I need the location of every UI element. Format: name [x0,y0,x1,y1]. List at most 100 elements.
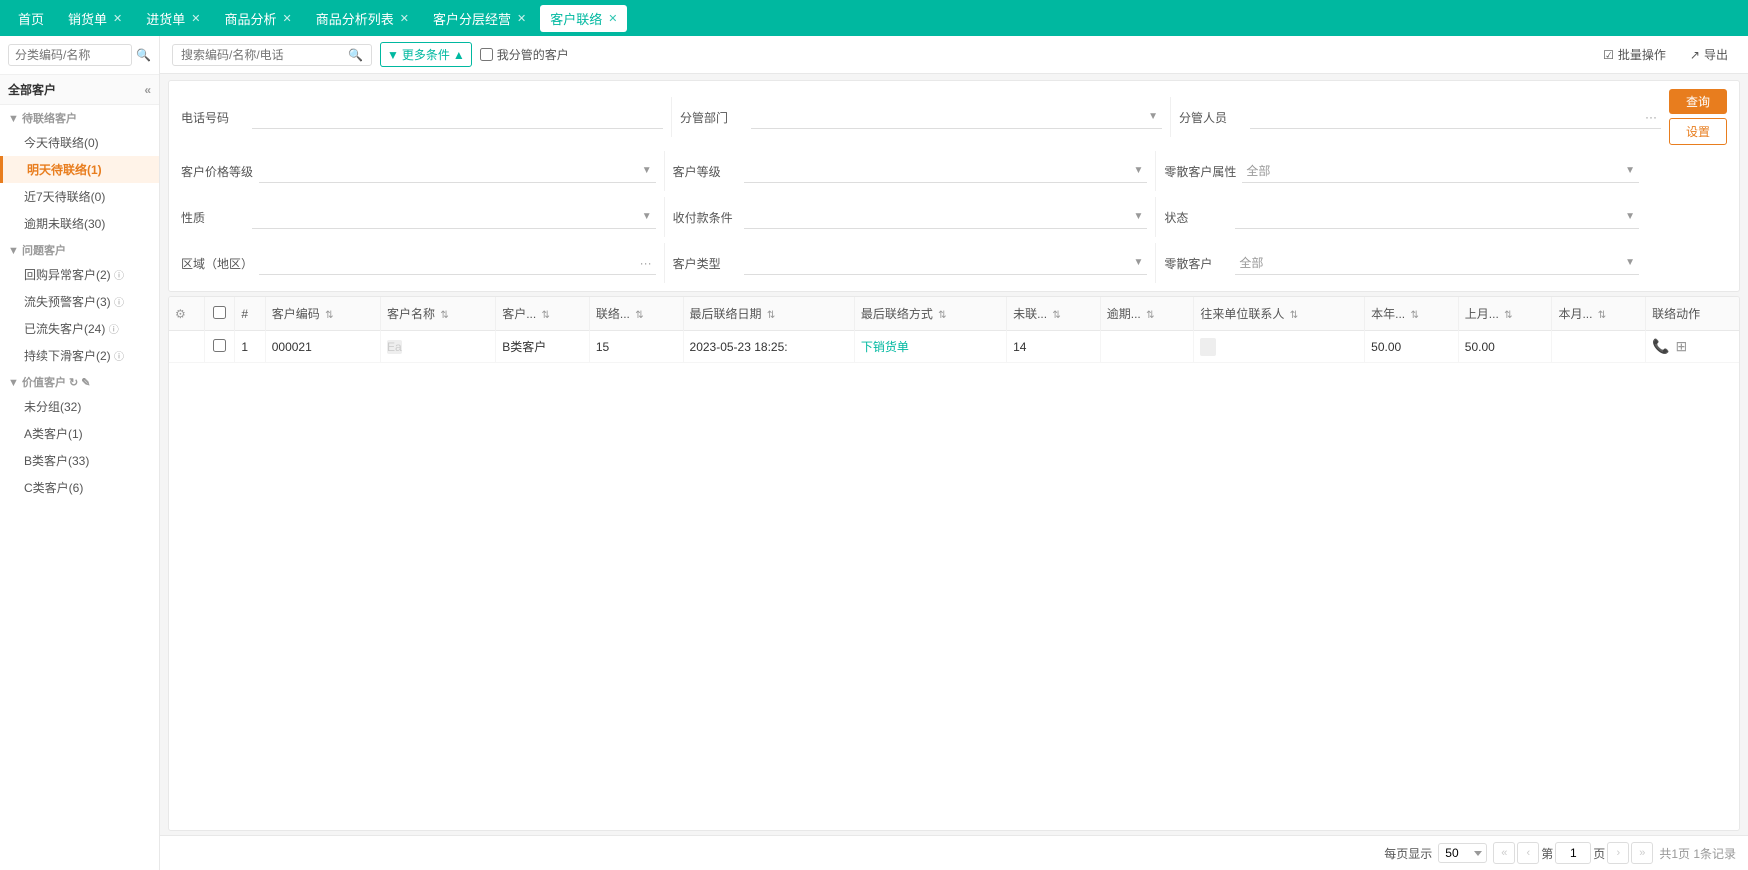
collapse-sidebar-icon[interactable]: « [144,83,151,97]
filter-payment-select[interactable]: ▼ [744,205,1148,229]
grid-icon[interactable]: ⊞ [1676,338,1688,355]
filter-person-select[interactable]: ··· [1250,105,1661,129]
table-row: 1 000021 Ea B类客户 15 2023-05-23 18:25: 下销… [169,331,1739,363]
col-this-year-header[interactable]: 本年... ⇅ [1365,297,1459,331]
close-customer-contact-icon[interactable]: ✕ [608,12,617,25]
first-page-btn[interactable]: « [1493,842,1515,864]
row-contacts: 15 [589,331,683,363]
close-product-analysis-list-icon[interactable]: ✕ [400,12,409,25]
col-overdue-header[interactable]: 逾期... ⇅ [1100,297,1194,331]
filter-person: 分管人员 ··· [1179,105,1661,129]
filter-retail-attr-select[interactable]: 全部 ▼ [1242,159,1639,183]
sidebar-item-class-b[interactable]: B类客户(33) [0,447,159,474]
sidebar-item-ungrouped[interactable]: 未分组(32) [0,393,159,420]
sidebar-search-input[interactable] [8,44,132,66]
sidebar-item-today-contact[interactable]: 今天待联络(0) [0,129,159,156]
nav-sales-order[interactable]: 销货单 ✕ [58,5,132,32]
data-table: ⚙ # 客户编码 ⇅ 客户名称 ⇅ 客户... ⇅ 联络... ⇅ 最后联络日期… [169,297,1739,363]
col-settings-header[interactable]: ⚙ [169,297,205,331]
sidebar-item-class-c[interactable]: C类客户(6) [0,474,159,501]
page-input[interactable] [1555,842,1591,864]
sidebar-item-declining[interactable]: 持续下滑客户(2) ⓘ [0,342,159,369]
filter-retail-customer-label: 零散客户 [1164,255,1229,272]
last-page-btn[interactable]: » [1631,842,1653,864]
close-sales-order-icon[interactable]: ✕ [113,12,122,25]
phone-icon[interactable]: 📞 [1652,338,1669,355]
nav-product-analysis[interactable]: 商品分析 ✕ [214,5,301,32]
row-last-contact-way[interactable]: 下销货单 [854,331,1006,363]
row-select-checkbox[interactable] [213,339,226,352]
page-size-select[interactable]: 50 10 20 100 [1438,843,1487,863]
col-last-month-header[interactable]: 上月... ⇅ [1458,297,1552,331]
close-product-analysis-icon[interactable]: ✕ [283,12,292,25]
search-bar: 🔍 ▼ 更多条件 ▲ 我分管的客户 ☑ 批量操作 ↗ 导出 [160,36,1748,74]
row-unit-contact [1194,331,1365,363]
filter-payment-label: 收付款条件 [673,209,738,226]
filter-customer-grade-select[interactable]: ▼ [744,159,1148,183]
sidebar-item-abnormal-repurchase[interactable]: 回购异常客户(2) ⓘ [0,261,159,288]
sidebar-item-tomorrow-contact[interactable]: 明天待联络(1) [0,156,159,183]
table-header-row: ⚙ # 客户编码 ⇅ 客户名称 ⇅ 客户... ⇅ 联络... ⇅ 最后联络日期… [169,297,1739,331]
filter-price-grade: 客户价格等级 ▼ [181,159,656,183]
nav-purchase-order[interactable]: 进货单 ✕ [136,5,210,32]
query-button[interactable]: 查询 [1669,89,1727,114]
close-purchase-order-icon[interactable]: ✕ [191,12,200,25]
sidebar-item-7days-contact[interactable]: 近7天待联络(0) [0,183,159,210]
select-all-checkbox[interactable] [213,306,226,319]
col-uncontacted-header[interactable]: 未联... ⇅ [1007,297,1101,331]
filter-person-label: 分管人员 [1179,109,1244,126]
row-action: 📞 ⊞ [1646,331,1739,363]
search-icon[interactable]: 🔍 [348,48,363,62]
row-checkbox [205,331,235,363]
col-last-contact-way-header[interactable]: 最后联络方式 ⇅ [854,297,1006,331]
row-overdue [1100,331,1194,363]
sidebar-item-churned[interactable]: 已流失客户(24) ⓘ [0,315,159,342]
filter-price-grade-select[interactable]: ▼ [259,159,656,183]
filter-region-select[interactable]: ··· [259,251,656,275]
nav-product-analysis-list[interactable]: 商品分析列表 ✕ [306,5,419,32]
batch-op-btn[interactable]: ☑ 批量操作 [1595,43,1674,66]
nav-home[interactable]: 首页 [8,5,54,32]
filter-customer-type-select[interactable]: ▼ [744,251,1148,275]
export-btn[interactable]: ↗ 导出 [1682,43,1736,66]
col-this-month-header[interactable]: 本月... ⇅ [1552,297,1646,331]
nav-customer-tier[interactable]: 客户分层经营 ✕ [423,5,536,32]
filter-icon: ▼ [387,48,399,62]
filter-phone-input[interactable] [252,105,663,129]
col-code-header[interactable]: 客户编码 ⇅ [265,297,380,331]
last-contact-way-link[interactable]: 下销货单 [861,340,909,354]
close-customer-tier-icon[interactable]: ✕ [517,12,526,25]
filter-nature: 性质 ▼ [181,205,656,229]
col-unit-contact-header[interactable]: 往来单位联系人 ⇅ [1194,297,1365,331]
person-ellipsis-icon[interactable]: ··· [1645,110,1657,124]
all-customers-header[interactable]: 全部客户 « [0,75,159,105]
col-type-header[interactable]: 客户... ⇅ [496,297,590,331]
price-grade-chevron-icon: ▼ [642,165,652,176]
row-last-month: 50.00 [1458,331,1552,363]
sidebar-item-class-a[interactable]: A类客户(1) [0,420,159,447]
filter-dept-select[interactable]: ▼ [751,105,1162,129]
col-contacts-header[interactable]: 联络... ⇅ [589,297,683,331]
sidebar-item-churn-warning[interactable]: 流失预警客户(3) ⓘ [0,288,159,315]
nav-customer-contact[interactable]: 客户联络 ✕ [540,5,627,32]
filter-retail-customer-select[interactable]: 全部 ▼ [1235,251,1639,275]
filter-nature-select[interactable]: ▼ [252,205,656,229]
row-this-month [1552,331,1646,363]
row-code: 000021 [265,331,380,363]
next-page-btn[interactable]: › [1607,842,1629,864]
row-name: Ea [380,331,495,363]
settings-button[interactable]: 设置 [1669,118,1727,145]
prev-page-btn[interactable]: ‹ [1517,842,1539,864]
col-last-contact-date-header[interactable]: 最后联络日期 ⇅ [683,297,854,331]
my-customers-checkbox[interactable] [480,48,493,61]
search-input[interactable] [181,48,348,62]
filter-phone: 电话号码 [181,105,663,129]
nature-chevron-icon: ▼ [642,211,652,222]
sidebar-search-icon[interactable]: 🔍 [136,48,151,62]
filter-btn[interactable]: ▼ 更多条件 ▲ [380,42,472,67]
col-name-header[interactable]: 客户名称 ⇅ [380,297,495,331]
filter-price-grade-label: 客户价格等级 [181,163,253,180]
filter-status-select[interactable]: ▼ [1235,205,1639,229]
region-ellipsis-icon[interactable]: ··· [640,256,652,270]
sidebar-item-overdue-contact[interactable]: 逾期未联络(30) [0,210,159,237]
